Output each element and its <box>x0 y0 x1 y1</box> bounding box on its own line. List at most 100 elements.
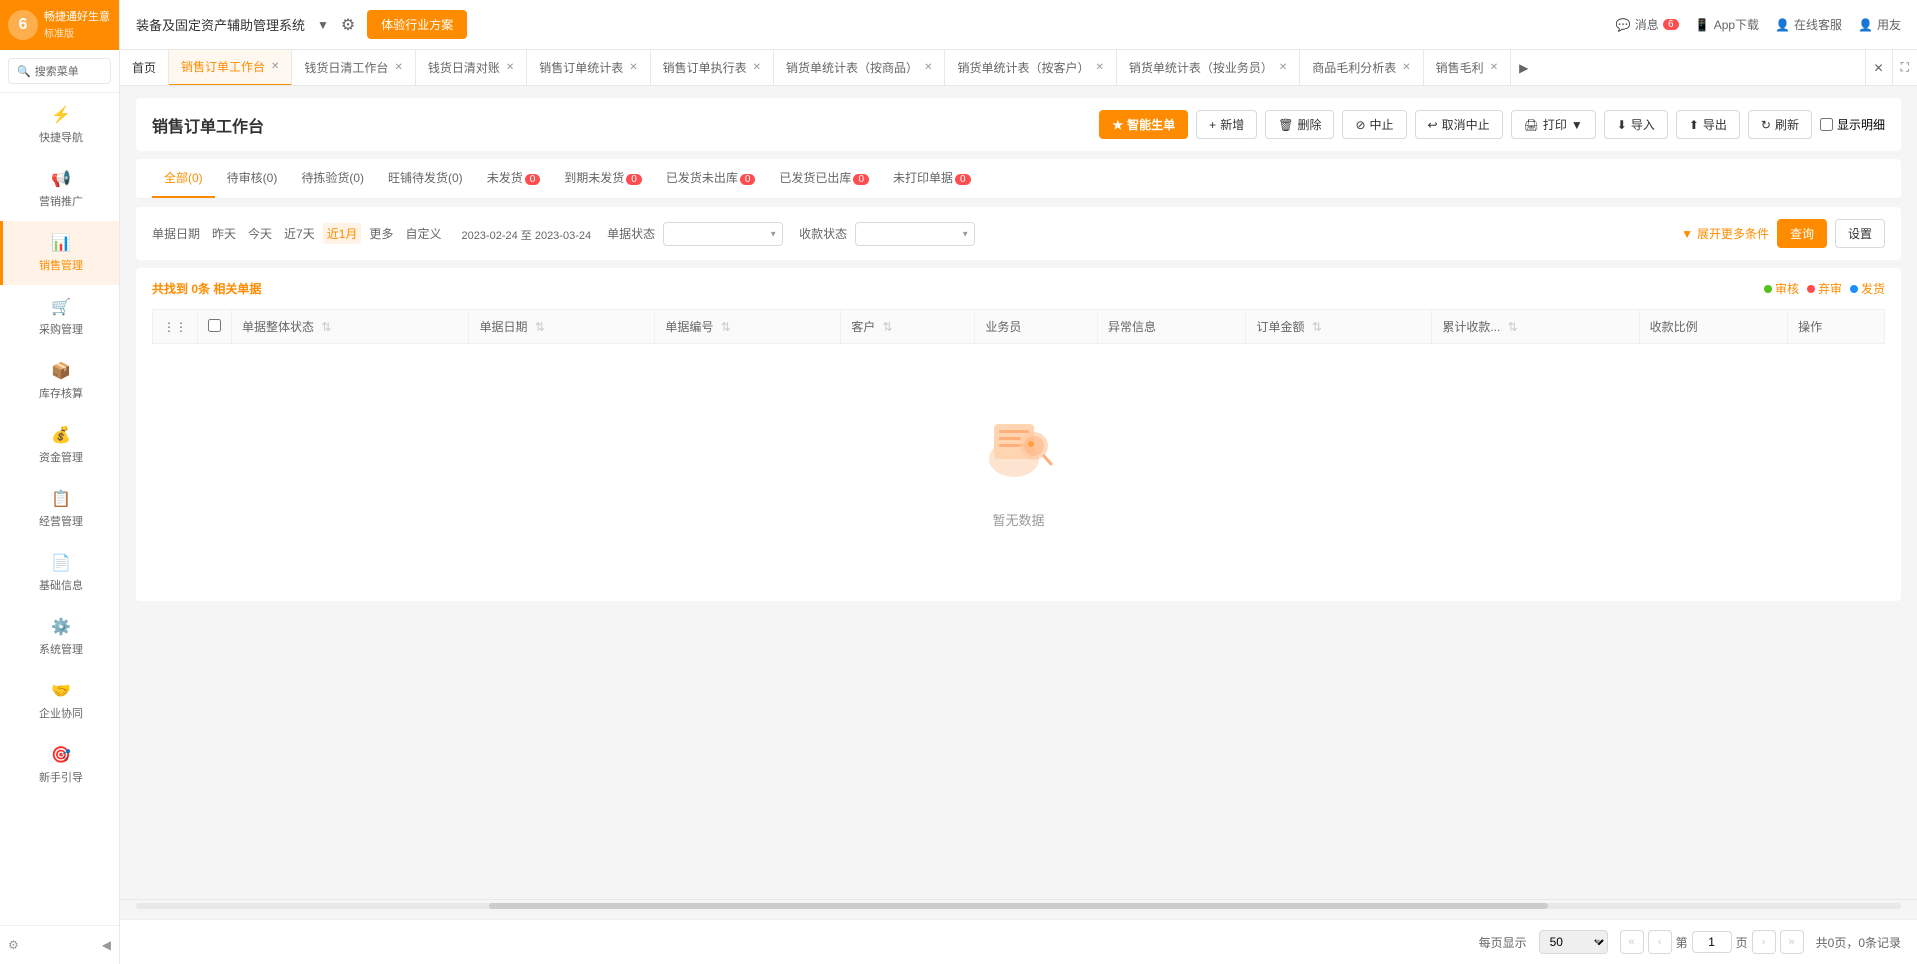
sidebar-item-inventory[interactable]: 📦 库存核算 <box>0 349 119 413</box>
tab-sales-exec[interactable]: 销售订单执行表 ✕ <box>651 50 774 86</box>
tab-close-delivery-stat-salesman[interactable]: ✕ <box>1279 62 1287 73</box>
bottom-scrollbar[interactable] <box>120 899 1917 911</box>
date-option-today[interactable]: 今天 <box>244 223 276 244</box>
page-next-btn[interactable]: › <box>1752 930 1776 954</box>
management-icon: 📋 <box>51 489 71 509</box>
collapse-icon[interactable]: ◀ <box>102 938 111 952</box>
tab-close-sales-stat[interactable]: ✕ <box>629 62 637 73</box>
sidebar-item-quicknav[interactable]: ⚡ 快捷导航 <box>0 93 119 157</box>
tab-home[interactable]: 首页 <box>120 50 169 86</box>
sidebar-item-purchase[interactable]: 🛒 采购管理 <box>0 285 119 349</box>
app-download-label: App下载 <box>1714 16 1759 33</box>
tab-close-delivery-stat-product[interactable]: ✕ <box>924 62 932 73</box>
date-option-7days[interactable]: 近7天 <box>280 223 319 244</box>
sidebar-item-marketing[interactable]: 📢 营销推广 <box>0 157 119 221</box>
approve-button[interactable]: 审核 <box>1764 280 1799 297</box>
ship-button[interactable]: 发货 <box>1850 280 1885 297</box>
query-button[interactable]: 查询 <box>1777 219 1827 248</box>
tab-close-product-margin[interactable]: ✕ <box>1402 62 1410 73</box>
tab-daily-clear[interactable]: 钱货日清工作台 ✕ <box>292 50 415 86</box>
page-first-btn[interactable]: « <box>1620 930 1644 954</box>
industry-btn[interactable]: 体验行业方案 <box>367 10 467 39</box>
sort-icon-amount[interactable]: ⇅ <box>1312 320 1322 334</box>
sidebar-item-sales[interactable]: 📊 销售管理 <box>0 221 119 285</box>
user-item[interactable]: 👤 用友 <box>1858 16 1901 33</box>
select-all-checkbox[interactable] <box>208 319 221 332</box>
sidebar-item-management[interactable]: 📋 经营管理 <box>0 477 119 541</box>
status-select[interactable] <box>663 222 783 246</box>
expand-conditions-btn[interactable]: ▼ 展开更多条件 <box>1681 219 1769 248</box>
sidebar-item-guide[interactable]: 🎯 新手引导 <box>0 733 119 797</box>
app-download-item[interactable]: 📱 App下载 <box>1695 16 1759 33</box>
tab-close-sales-workbench[interactable]: ✕ <box>271 61 279 72</box>
date-option-more[interactable]: 更多 <box>365 223 397 244</box>
sidebar-item-label: 资金管理 <box>39 449 83 465</box>
search-menu-button[interactable]: 🔍 搜索菜单 <box>8 58 111 84</box>
date-option-1month[interactable]: 近1月 <box>323 223 362 244</box>
sidebar-item-finance[interactable]: 💰 资金管理 <box>0 413 119 477</box>
tab-delivery-stat-customer[interactable]: 销货单统计表（按客户） ✕ <box>945 50 1116 86</box>
settings-icon[interactable]: ⚙ <box>8 938 19 952</box>
sidebar-item-collab[interactable]: 🤝 企业协同 <box>0 669 119 733</box>
tab-sales-workbench[interactable]: 销售订单工作台 ✕ <box>169 50 292 86</box>
cancel-stop-button[interactable]: ↩ 取消中止 <box>1415 110 1503 139</box>
online-service-item[interactable]: 👤 在线客服 <box>1775 16 1842 33</box>
smart-create-button[interactable]: ★ 智能生单 <box>1099 110 1188 139</box>
filter-tab-pending-review[interactable]: 待审核(0) <box>215 159 290 198</box>
tab-product-margin[interactable]: 商品毛利分析表 ✕ <box>1300 50 1423 86</box>
sort-icon-status[interactable]: ⇅ <box>321 320 331 334</box>
sidebar-item-basicinfo[interactable]: 📄 基础信息 <box>0 541 119 605</box>
tab-sales-margin[interactable]: 销售毛利 ✕ <box>1424 50 1511 86</box>
filter-tab-all[interactable]: 全部(0) <box>152 159 215 198</box>
filter-tab-unshipped[interactable]: 未发货0 <box>475 159 553 198</box>
tab-close-sales-margin[interactable]: ✕ <box>1490 62 1498 73</box>
filter-tab-pending-inspect[interactable]: 待拣验货(0) <box>289 159 376 198</box>
tab-close-sales-exec[interactable]: ✕ <box>753 62 761 73</box>
tab-delivery-stat-product[interactable]: 销货单统计表（按商品） ✕ <box>774 50 945 86</box>
tabs-more-btn[interactable]: ▶ <box>1511 61 1536 75</box>
export-button[interactable]: ⬆ 导出 <box>1676 110 1740 139</box>
settings-button[interactable]: 设置 <box>1835 219 1885 248</box>
date-option-yesterday[interactable]: 昨天 <box>208 223 240 244</box>
filter-tab-overdue-unshipped[interactable]: 到期未发货0 <box>552 159 654 198</box>
page-prev-btn[interactable]: ‹ <box>1648 930 1672 954</box>
tab-daily-reconcile[interactable]: 钱货日清对账 ✕ <box>416 50 527 86</box>
date-option-custom[interactable]: 自定义 <box>401 223 445 244</box>
filter-tab-shipped-not-out[interactable]: 已发货未出库0 <box>654 159 768 198</box>
tab-sales-stat[interactable]: 销售订单统计表 ✕ <box>527 50 650 86</box>
tab-close-daily-clear[interactable]: ✕ <box>394 62 402 73</box>
sort-icon-collected[interactable]: ⇅ <box>1508 320 1518 334</box>
message-icon: 💬 <box>1616 18 1631 32</box>
detail-checkbox[interactable] <box>1820 118 1833 131</box>
tab-action-fullscreen[interactable]: ⛶ <box>1892 50 1917 86</box>
filter-tab-unprinted[interactable]: 未打印单据0 <box>881 159 983 198</box>
page-last-btn[interactable]: » <box>1780 930 1804 954</box>
sort-icon-date[interactable]: ⇅ <box>535 320 545 334</box>
filter-tab-wangpu-pending[interactable]: 旺铺待发货(0) <box>376 159 475 198</box>
refresh-button[interactable]: ↻ 刷新 <box>1748 110 1812 139</box>
delete-button[interactable]: 🗑 删除 <box>1265 110 1334 139</box>
print-button[interactable]: 🖨 打印 ▼ <box>1511 110 1596 139</box>
stop-button[interactable]: ⊘ 中止 <box>1342 110 1406 139</box>
message-item[interactable]: 💬 消息 6 <box>1616 16 1679 33</box>
topbar-settings-icon[interactable]: ⚙ <box>341 15 355 35</box>
topbar-right: 💬 消息 6 📱 App下载 👤 在线客服 👤 用友 <box>1616 16 1901 33</box>
tab-action-close-right[interactable]: ✕ <box>1865 50 1892 86</box>
import-button[interactable]: ⬇ 导入 <box>1604 110 1668 139</box>
tab-delivery-stat-salesman[interactable]: 销货单统计表（按业务员） ✕ <box>1117 50 1300 86</box>
page-input[interactable] <box>1692 931 1732 953</box>
tab-close-delivery-stat-customer[interactable]: ✕ <box>1095 62 1103 73</box>
sidebar-item-sysadmin[interactable]: ⚙️ 系统管理 <box>0 605 119 669</box>
page-size-select[interactable]: 10 20 50 100 <box>1539 930 1608 954</box>
logo: 6 畅捷通好生意 标准版 <box>0 0 119 50</box>
col-check[interactable] <box>198 310 232 344</box>
unapprove-button[interactable]: 弃审 <box>1807 280 1842 297</box>
filter-tab-shipped-out[interactable]: 已发货已出库0 <box>767 159 881 198</box>
tab-close-daily-reconcile[interactable]: ✕ <box>506 62 514 73</box>
payment-select[interactable] <box>855 222 975 246</box>
add-button[interactable]: + 新增 <box>1196 110 1257 139</box>
sort-icon-number[interactable]: ⇅ <box>721 320 731 334</box>
sort-icon-customer[interactable]: ⇅ <box>883 320 893 334</box>
detail-toggle[interactable]: 显示明细 <box>1820 116 1885 133</box>
system-dropdown[interactable]: ▼ <box>317 18 329 32</box>
